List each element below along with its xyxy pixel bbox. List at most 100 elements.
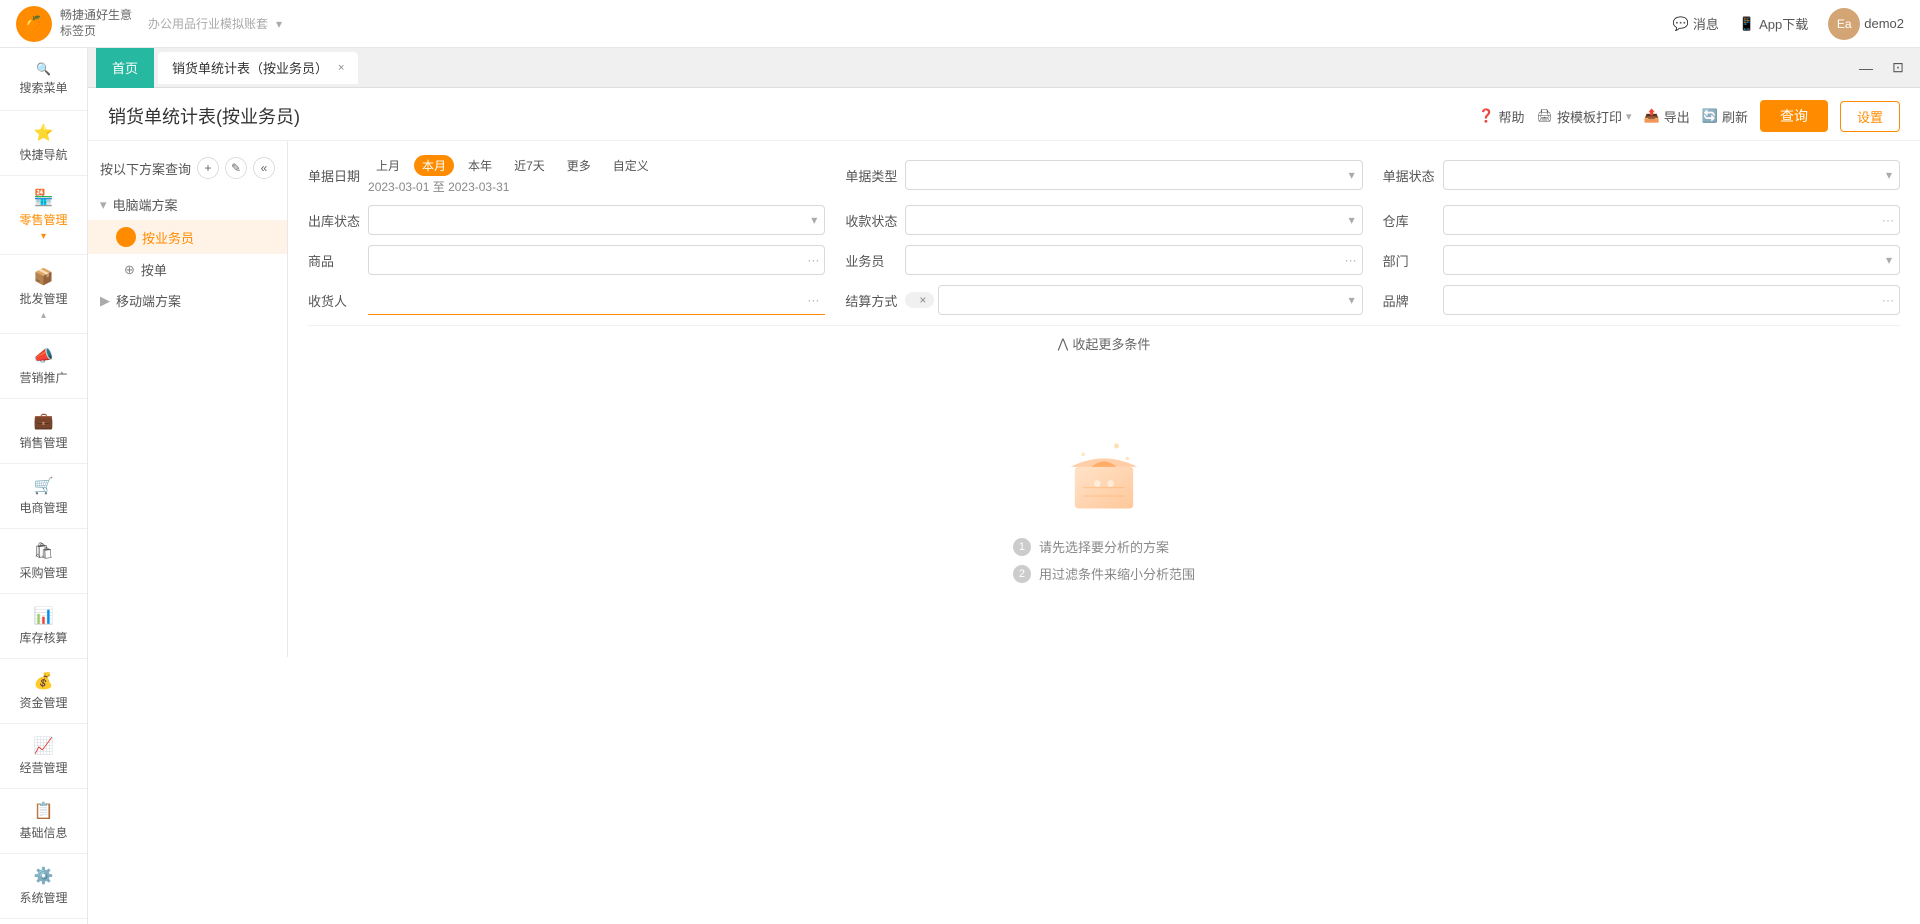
receipt-status-select[interactable]	[905, 205, 1362, 235]
empty-tips: 1 请先选择要分析的方案 2 用过滤条件来缩小分析范围	[1013, 537, 1195, 583]
doc-status-filter-row: 单据状态	[1383, 155, 1900, 195]
sidebar-item-marketing[interactable]: 📣 营销推广	[0, 334, 87, 399]
payment-filter-row: 结算方式 ×	[845, 285, 1362, 315]
search-menu-btn[interactable]: 🔍 搜索菜单	[8, 56, 79, 102]
sidebar-item-operations[interactable]: 📈 经营管理	[0, 724, 87, 789]
app-download-icon: 📱	[1739, 16, 1755, 32]
brand-dots-btn[interactable]: ···	[1882, 293, 1894, 307]
header-user-btn[interactable]: Ea demo2	[1828, 8, 1904, 40]
sidebar-item-purchase[interactable]: 🛍 采购管理	[0, 529, 87, 594]
tab-actions: — ⊡	[1852, 54, 1912, 82]
sidebar-item-inventory[interactable]: 📊 库存核算	[0, 594, 87, 659]
avatar: Ea	[1828, 8, 1860, 40]
tree-group-mobile[interactable]: ▶ 移动端方案	[88, 285, 287, 316]
right-panel: 单据日期 上月 本月 本年 近7天 更多 自定义	[288, 141, 1920, 657]
sidebar-item-system[interactable]: ⚙️ 系统管理	[0, 854, 87, 919]
doc-type-select-wrapper	[905, 160, 1362, 190]
consignee-control: ···	[368, 285, 825, 315]
date-btn-last-month[interactable]: 上月	[368, 155, 408, 176]
print-template-btn[interactable]: 🖨 按模板打印 ▾	[1537, 107, 1632, 126]
tab-minimize-btn[interactable]: —	[1852, 54, 1880, 82]
tree-group-desktop[interactable]: ▾ 电脑端方案	[88, 189, 287, 220]
tree-sub-item-order[interactable]: ⊕ 按单	[88, 254, 287, 285]
date-btn-this-month[interactable]: 本月	[414, 155, 454, 176]
tip-text-1: 请先选择要分析的方案	[1039, 537, 1169, 556]
marketing-icon: 📣	[34, 346, 54, 366]
payment-tag-close[interactable]: ×	[919, 293, 926, 307]
panel-add-btn[interactable]: +	[197, 157, 219, 179]
tab-close-btn[interactable]: ×	[338, 62, 344, 74]
tree-item-salesperson[interactable]: 按 按业务员	[88, 220, 287, 254]
sidebar-item-sales[interactable]: 💼 销售管理	[0, 399, 87, 464]
export-btn[interactable]: 📤 导出	[1644, 107, 1690, 126]
tab-maximize-btn[interactable]: ⊡	[1884, 54, 1912, 82]
breadcrumb-arrow: ▾	[276, 17, 282, 31]
goods-dots-btn[interactable]: ···	[807, 253, 819, 267]
top-header: 🍊 畅捷通好生意 标签页 办公用品行业模拟账套 ▾ 💬 消息 📱 App下载 E…	[0, 0, 1920, 48]
out-status-select[interactable]	[368, 205, 825, 235]
settings-btn[interactable]: 设置	[1840, 101, 1900, 132]
payment-select[interactable]	[938, 285, 1362, 315]
warehouse-control: ···	[1443, 205, 1900, 235]
tab-home[interactable]: 首页	[96, 48, 154, 88]
system-icon: ⚙️	[34, 866, 54, 886]
salesperson-input[interactable]	[905, 245, 1362, 275]
sidebar-item-finance[interactable]: 💰 资金管理	[0, 659, 87, 724]
collapse-bar[interactable]: ⋀ 收起更多条件	[308, 325, 1900, 361]
refresh-btn[interactable]: 🔄 刷新	[1702, 107, 1748, 126]
sidebar-item-basic[interactable]: 📋 基础信息	[0, 789, 87, 854]
sidebar-item-wholesale[interactable]: 📦 批发管理 ▴	[0, 255, 87, 334]
brand-input[interactable]	[1443, 285, 1900, 315]
consignee-dots-btn[interactable]: ···	[807, 293, 819, 307]
empty-illustration	[1054, 421, 1154, 521]
dept-select[interactable]	[1443, 245, 1900, 275]
doc-status-select[interactable]	[1443, 160, 1900, 190]
goods-input[interactable]	[368, 245, 825, 275]
sidebar-item-enterprise[interactable]: 🤝 企业协同	[0, 919, 87, 924]
inner-page: 销货单统计表(按业务员) ❓ 帮助 🖨 按模板打印 ▾ 📤	[88, 88, 1920, 924]
refresh-icon: 🔄	[1702, 108, 1718, 124]
receipt-status-filter-row: 收款状态	[845, 205, 1362, 235]
warehouse-dots-btn[interactable]: ···	[1882, 213, 1894, 227]
logo-text: 畅捷通好生意 标签页	[60, 8, 132, 39]
filter-row-4: 收货人 ··· 结算方式	[308, 285, 1900, 315]
panel-collapse-btn[interactable]: «	[253, 157, 275, 179]
tree-mobile-expand-icon: ▶	[100, 293, 110, 309]
salesperson-dots-btn[interactable]: ···	[1345, 253, 1357, 267]
warehouse-input[interactable]	[1443, 205, 1900, 235]
sidebar-item-ecommerce[interactable]: 🛒 电商管理	[0, 464, 87, 529]
date-btn-this-year[interactable]: 本年	[460, 155, 500, 176]
receipt-status-label: 收款状态	[845, 211, 897, 230]
goods-label: 商品	[308, 251, 360, 270]
payment-control: ×	[905, 285, 1362, 315]
salesperson-control: ···	[905, 245, 1362, 275]
header-msg-btn[interactable]: 💬 消息	[1673, 14, 1719, 33]
sidebar-shortcut[interactable]: ⭐ 快捷导航	[0, 111, 87, 176]
date-btn-custom[interactable]: 自定义	[605, 155, 657, 176]
doc-type-select[interactable]	[905, 160, 1362, 190]
header-app-btn[interactable]: 📱 App下载	[1739, 14, 1808, 33]
query-btn[interactable]: 查询	[1760, 100, 1828, 132]
brand-label: 品牌	[1383, 291, 1435, 310]
print-dropdown-icon: ▾	[1626, 110, 1632, 123]
out-status-select-wrapper	[368, 205, 825, 235]
date-filter-row: 单据日期 上月 本月 本年 近7天 更多 自定义	[308, 155, 825, 195]
payment-select-outer	[938, 285, 1362, 315]
logo-icon: 🍊	[16, 6, 52, 42]
finance-icon: 💰	[34, 671, 54, 691]
operations-icon: 📈	[34, 736, 54, 756]
warehouse-filter-row: 仓库 ···	[1383, 205, 1900, 235]
help-btn[interactable]: ❓ 帮助	[1478, 107, 1524, 126]
tab-active[interactable]: 销货单统计表（按业务员） ×	[158, 52, 358, 84]
sidebar-search-area: 🔍 搜索菜单	[0, 48, 87, 111]
wholesale-icon: 📦	[34, 267, 54, 287]
panel-edit-btn[interactable]: ✎	[225, 157, 247, 179]
date-btn-7days[interactable]: 近7天	[506, 155, 553, 176]
sub-item-icon: ⊕	[124, 262, 135, 278]
date-btn-more[interactable]: 更多	[559, 155, 599, 176]
sidebar-item-retail[interactable]: 🏪 零售管理 ▾	[0, 176, 87, 255]
shortcut-icon: ⭐	[34, 123, 54, 143]
filter-row-1: 单据日期 上月 本月 本年 近7天 更多 自定义	[308, 155, 1900, 195]
tree-section: ▾ 电脑端方案 按 按业务员 ⊕ 按单	[88, 185, 287, 320]
consignee-input[interactable]	[368, 285, 825, 315]
